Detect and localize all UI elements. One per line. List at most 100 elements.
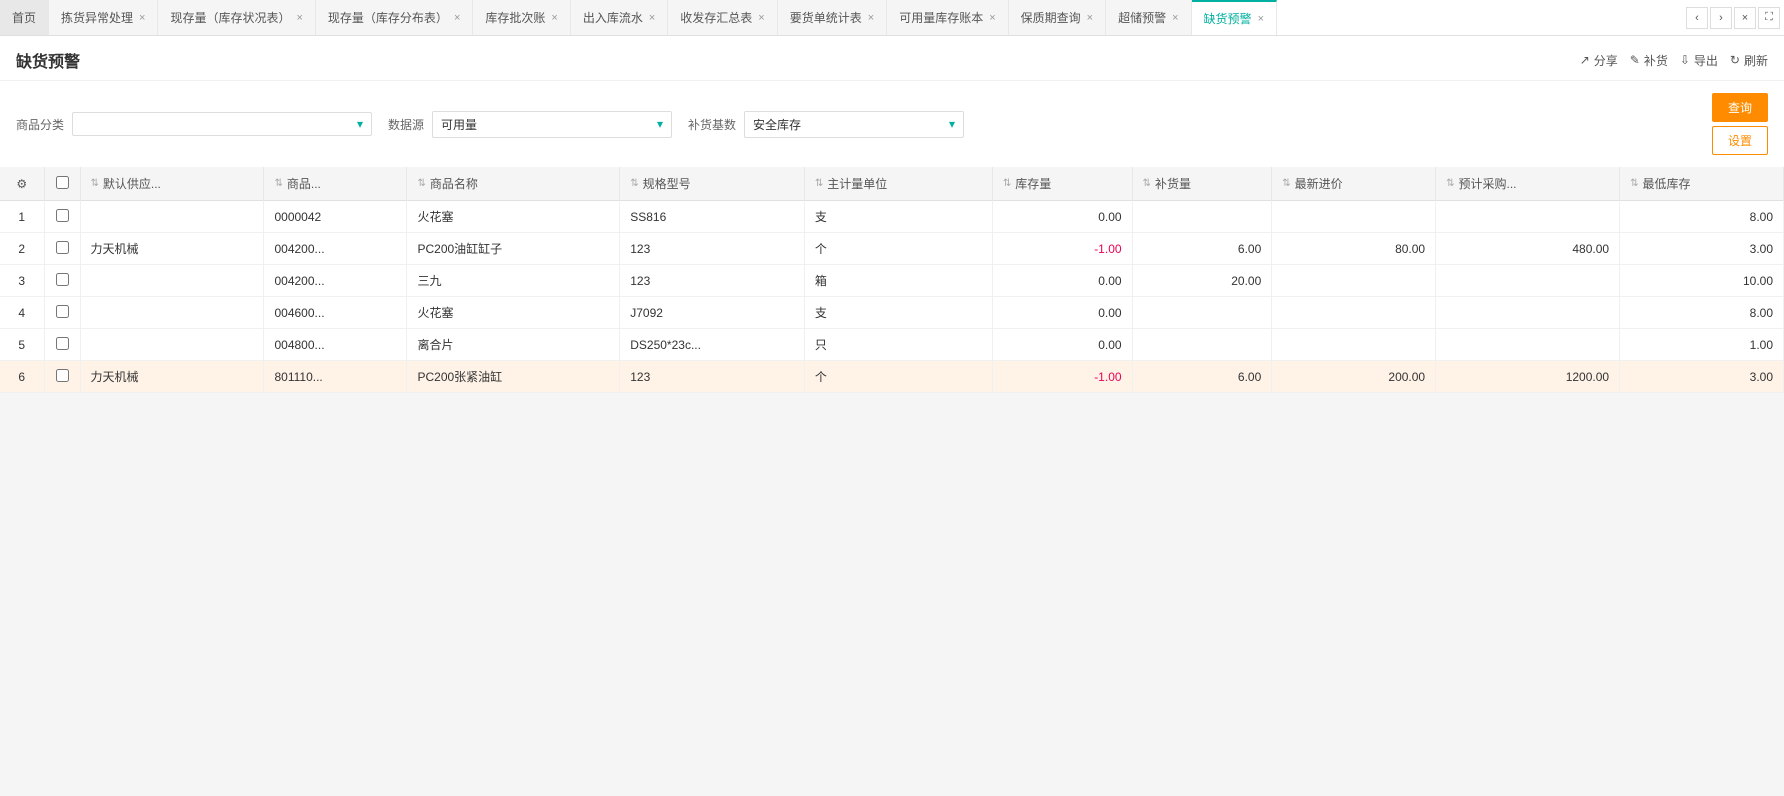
col-unit-header[interactable]: ⇅ 主计量单位 [804, 167, 992, 201]
category-select[interactable]: ▾ [72, 112, 372, 136]
tab-item-batch-account[interactable]: 库存批次账 × [473, 0, 570, 35]
tab-close-inout-flow[interactable]: × [649, 12, 655, 24]
tab-close-btn[interactable]: × [1734, 7, 1756, 29]
col-product-code-header[interactable]: ⇅ 商品... [264, 167, 407, 201]
row-replenish-qty: 6.00 [1132, 233, 1272, 265]
tab-close-batch-account[interactable]: × [551, 12, 557, 24]
sort-icon-unit: ⇅ [815, 178, 823, 189]
tab-item-inventory-status[interactable]: 现存量（库存状况表）× [158, 0, 315, 35]
tab-label-batch-account: 库存批次账 [485, 9, 545, 26]
share-btn[interactable]: ↗ 分享 [1580, 52, 1618, 69]
tab-label-home: 首页 [12, 9, 36, 26]
category-filter-group: 商品分类 ▾ [16, 112, 372, 136]
table-body: 1 0000042 火花塞 SS816 支 0.00 8.00 2 力天机械 0… [0, 201, 1784, 393]
row-min-stock: 3.00 [1620, 361, 1784, 393]
tab-item-inout-flow[interactable]: 出入库流水× [571, 0, 668, 35]
col-latest-price-header[interactable]: ⇅ 最新进价 [1272, 167, 1436, 201]
replenish-base-select[interactable]: 安全库存 ▾ [744, 111, 964, 138]
tab-close-order-stats[interactable]: × [868, 12, 874, 24]
filter-bar: 商品分类 ▾ 数据源 可用量 ▾ 补货基数 安全库存 ▾ 查询 设置 [0, 81, 1784, 167]
col-min-stock-header[interactable]: ⇅ 最低库存 [1620, 167, 1784, 201]
row-checkbox-cell[interactable] [44, 233, 80, 265]
tab-label-expiry: 保质期查询 [1021, 9, 1081, 26]
col-default-supplier-header[interactable]: ⇅ 默认供应... [80, 167, 264, 201]
tab-close-available-ledger[interactable]: × [989, 12, 995, 24]
page-title: 缺货预警 [16, 48, 80, 72]
tab-close-inventory-status[interactable]: × [296, 12, 302, 24]
row-latest-price [1272, 201, 1436, 233]
row-checkbox[interactable] [56, 337, 69, 350]
setting-button[interactable]: 设置 [1712, 126, 1768, 155]
replenish-base-label: 补货基数 [688, 116, 736, 133]
tab-item-inventory-dist[interactable]: 现存量（库存分布表）× [316, 0, 473, 35]
col-settings-header[interactable]: ⚙ [0, 167, 44, 201]
row-product-code: 004200... [264, 233, 407, 265]
row-num: 2 [0, 233, 44, 265]
row-checkbox-cell[interactable] [44, 201, 80, 233]
col-est-purchase-header[interactable]: ⇅ 预计采购... [1436, 167, 1620, 201]
tab-item-home[interactable]: 首页 [0, 0, 49, 35]
row-unit: 箱 [804, 265, 992, 297]
datasource-select[interactable]: 可用量 ▾ [432, 111, 672, 138]
row-checkbox[interactable] [56, 241, 69, 254]
col-spec-header[interactable]: ⇅ 规格型号 [620, 167, 805, 201]
row-est-purchase [1436, 265, 1620, 297]
tab-close-overstock[interactable]: × [1172, 12, 1178, 24]
row-checkbox-cell[interactable] [44, 329, 80, 361]
share-label: 分享 [1594, 52, 1618, 69]
row-product-code: 004600... [264, 297, 407, 329]
select-all-checkbox[interactable] [56, 176, 69, 189]
category-label: 商品分类 [16, 116, 64, 133]
tab-close-shortage[interactable]: × [1258, 13, 1264, 25]
replenish-base-filter-group: 补货基数 安全库存 ▾ [688, 111, 964, 138]
row-default-supplier [80, 201, 264, 233]
export-btn[interactable]: ⇩ 导出 [1680, 52, 1718, 69]
tab-item-overstock[interactable]: 超储预警 × [1106, 0, 1191, 35]
tab-item-receive-summary[interactable]: 收发存汇总表× [668, 0, 777, 35]
row-checkbox[interactable] [56, 273, 69, 286]
row-stock: 0.00 [992, 201, 1132, 233]
tab-close-inventory-dist[interactable]: × [454, 12, 460, 24]
row-checkbox[interactable] [56, 305, 69, 318]
col-replenish-qty-header[interactable]: ⇅ 补货量 [1132, 167, 1272, 201]
tab-label-overstock: 超储预警 [1118, 9, 1166, 26]
tab-item-exception[interactable]: 拣货异常处理× [49, 0, 158, 35]
tab-item-shortage[interactable]: 缺货预警× [1192, 0, 1277, 35]
row-min-stock: 8.00 [1620, 297, 1784, 329]
row-num: 3 [0, 265, 44, 297]
replenish-btn[interactable]: ✎ 补货 [1630, 52, 1668, 69]
sort-icon-code: ⇅ [274, 178, 282, 189]
row-checkbox[interactable] [56, 369, 69, 382]
sort-icon-spec: ⇅ [630, 178, 638, 189]
row-checkbox[interactable] [56, 209, 69, 222]
tab-item-expiry[interactable]: 保质期查询 × [1009, 0, 1106, 35]
tab-next-btn[interactable]: › [1710, 7, 1732, 29]
col-product-name-header[interactable]: ⇅ 商品名称 [407, 167, 620, 201]
row-default-supplier [80, 265, 264, 297]
table-row: 5 004800... 离合片 DS250*23c... 只 0.00 1.00 [0, 329, 1784, 361]
col-checkbox-header[interactable] [44, 167, 80, 201]
row-product-code: 004200... [264, 265, 407, 297]
row-spec: 123 [620, 233, 805, 265]
row-latest-price: 80.00 [1272, 233, 1436, 265]
col-stock-header[interactable]: ⇅ 库存量 [992, 167, 1132, 201]
tab-item-order-stats[interactable]: 要货单统计表× [778, 0, 887, 35]
page-header: 缺货预警 ↗ 分享 ✎ 补货 ⇩ 导出 ↻ 刷新 [0, 36, 1784, 81]
tab-prev-btn[interactable]: ‹ [1686, 7, 1708, 29]
row-checkbox-cell[interactable] [44, 297, 80, 329]
refresh-btn[interactable]: ↻ 刷新 [1730, 52, 1768, 69]
row-checkbox-cell[interactable] [44, 361, 80, 393]
row-replenish-qty: 6.00 [1132, 361, 1272, 393]
datasource-filter-group: 数据源 可用量 ▾ [388, 111, 672, 138]
row-min-stock: 3.00 [1620, 233, 1784, 265]
row-unit: 支 [804, 201, 992, 233]
table-row: 3 004200... 三九 123 箱 0.00 20.00 10.00 [0, 265, 1784, 297]
sort-icon-min: ⇅ [1630, 178, 1638, 189]
tab-item-available-ledger[interactable]: 可用量库存账本× [887, 0, 1008, 35]
tab-close-exception[interactable]: × [139, 12, 145, 24]
row-checkbox-cell[interactable] [44, 265, 80, 297]
tab-close-expiry[interactable]: × [1087, 12, 1093, 24]
query-button[interactable]: 查询 [1712, 93, 1768, 122]
tab-close-receive-summary[interactable]: × [758, 12, 764, 24]
tab-fullscreen-btn[interactable]: ⛶ [1758, 7, 1780, 29]
